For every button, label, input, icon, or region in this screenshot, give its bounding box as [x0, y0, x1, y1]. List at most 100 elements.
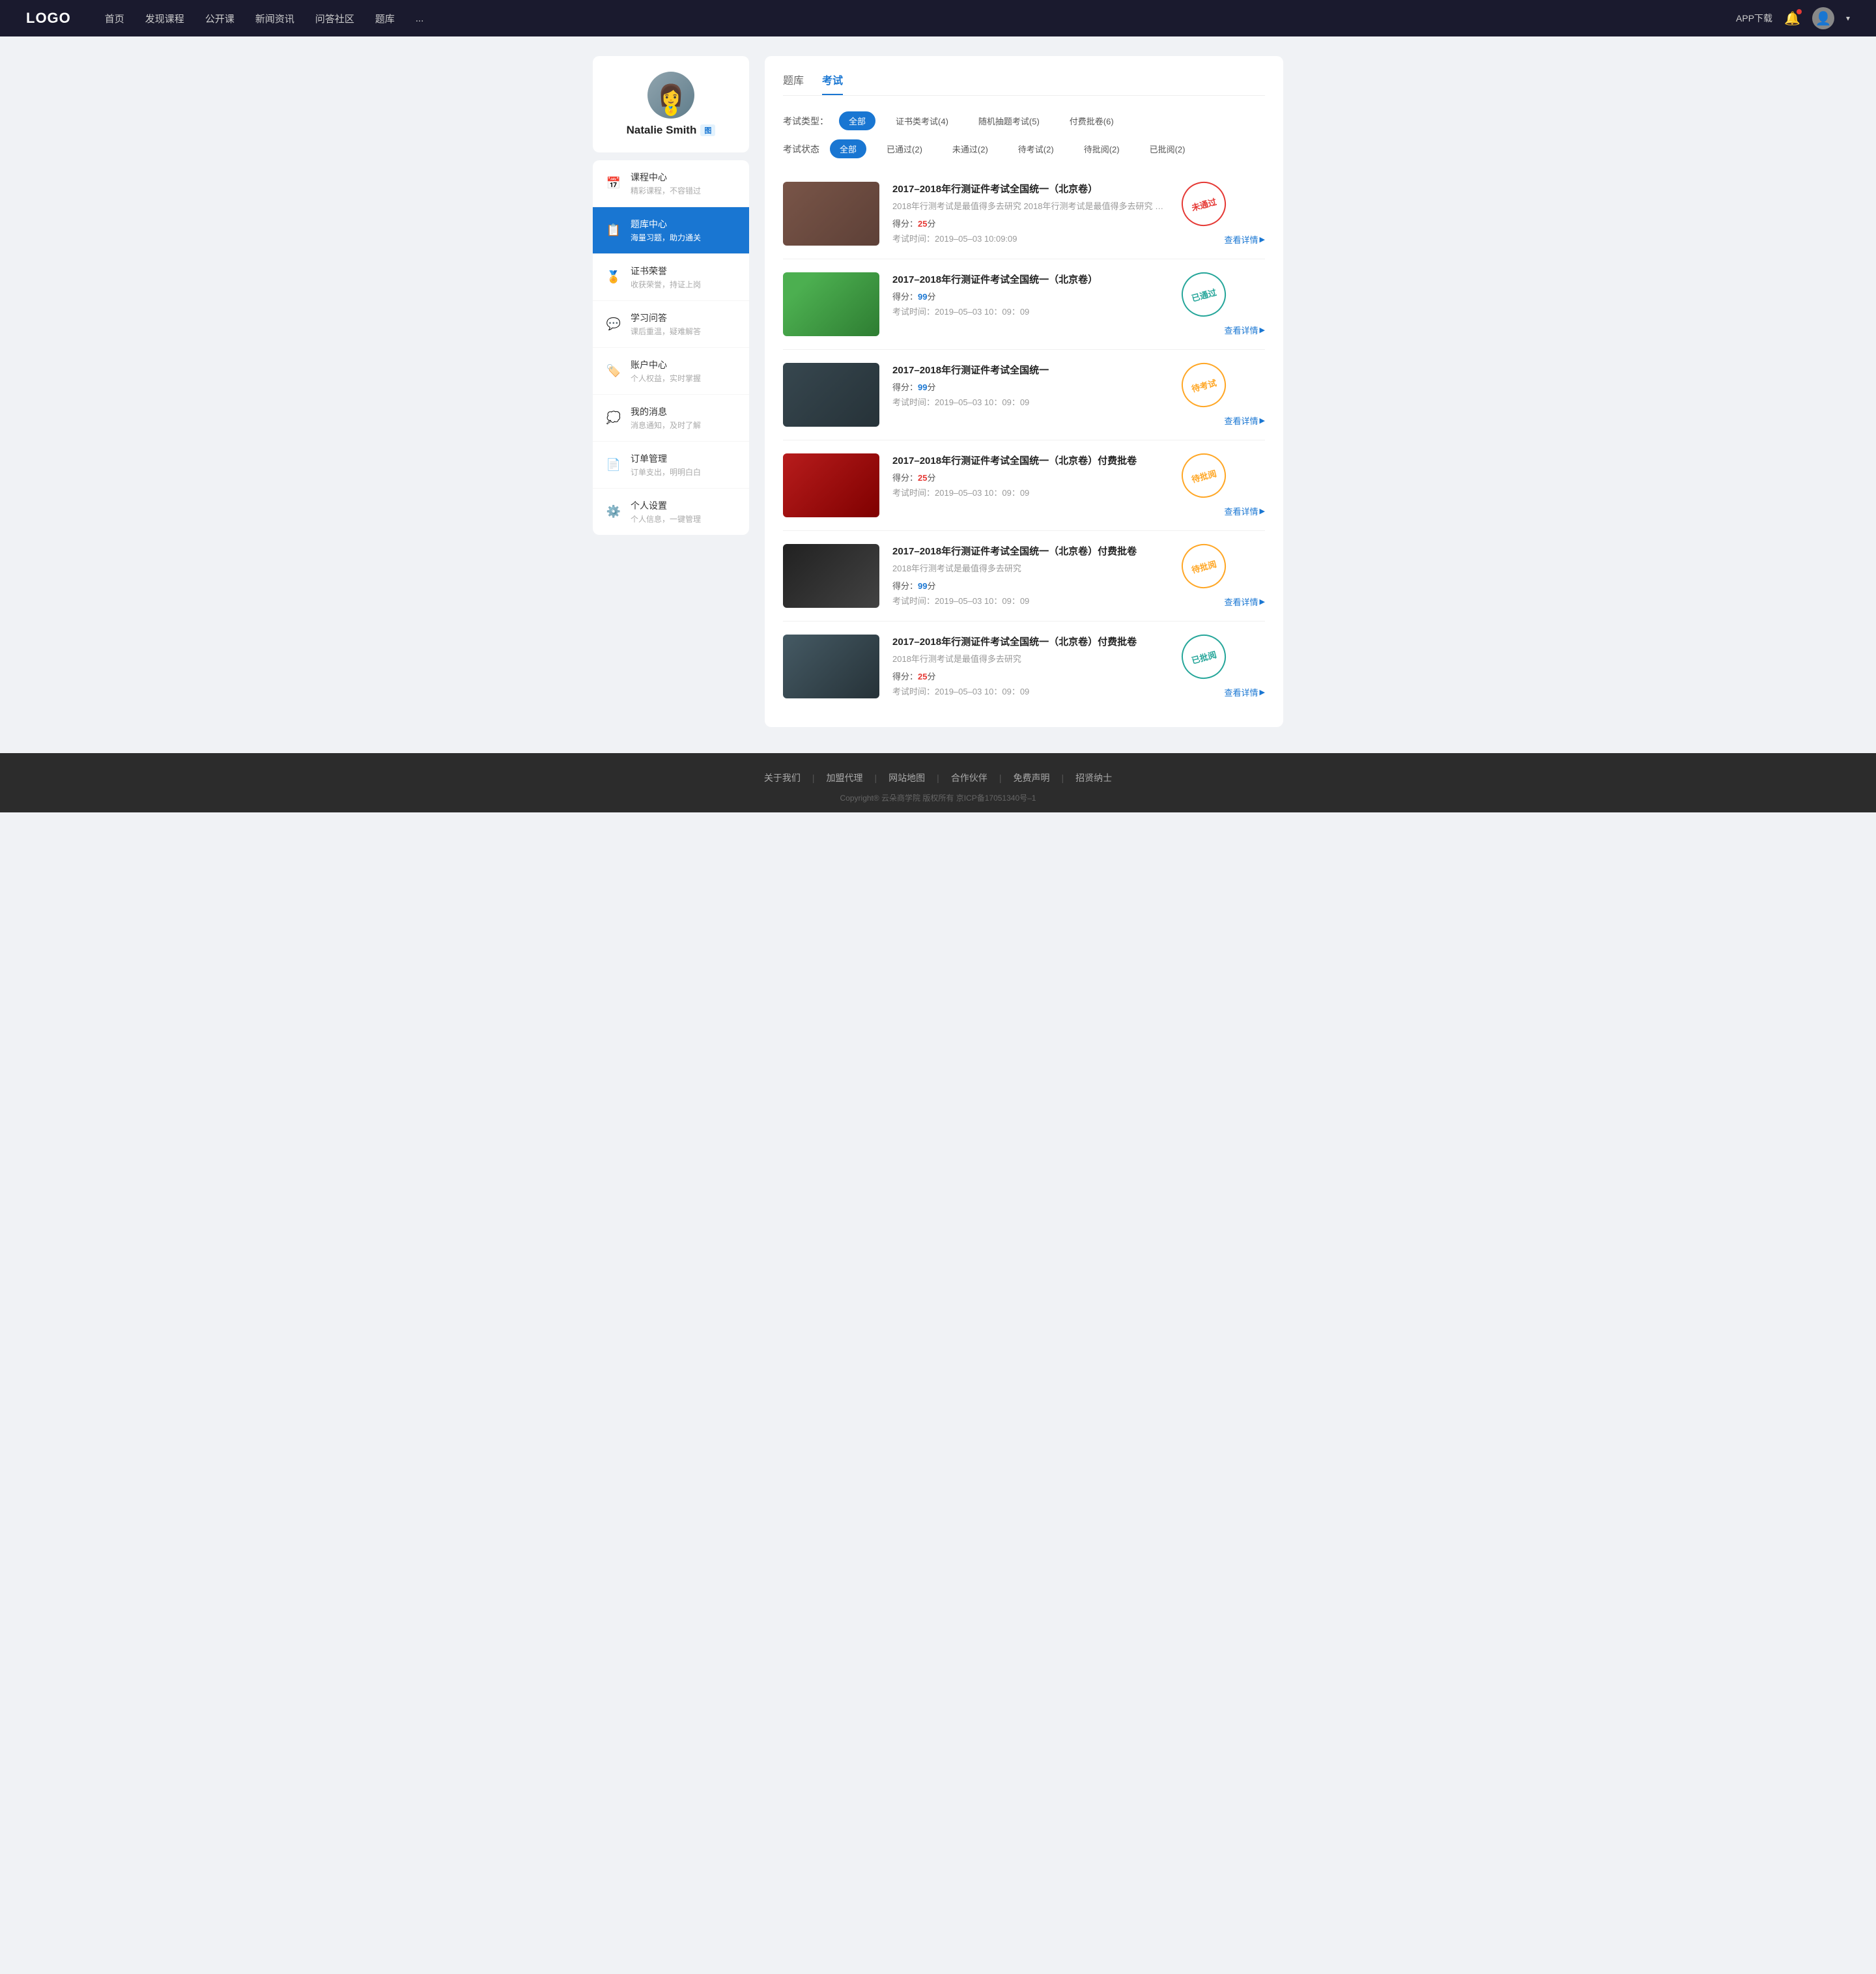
tag-icon: 🏷️: [606, 364, 621, 378]
menu-text-order: 订单管理 订单支出，明明白白: [631, 452, 701, 478]
exam-thumbnail: [783, 635, 879, 698]
menu-text-message: 我的消息 消息通知，及时了解: [631, 405, 701, 431]
avatar-img: 👤: [1815, 10, 1832, 27]
exam-detail-link[interactable]: 查看详情 ▶: [1225, 414, 1265, 427]
exam-status-stamp: 已通过: [1182, 272, 1226, 317]
filter-status-failed[interactable]: 未通过(2): [943, 139, 998, 158]
status-badge: 未通过: [1176, 177, 1230, 231]
link-text: 查看详情: [1225, 324, 1258, 336]
profile-avatar: 👩 🏅: [647, 72, 694, 119]
filter-status-all[interactable]: 全部: [830, 139, 866, 158]
status-badge: 待考试: [1176, 358, 1230, 412]
exam-list: 2017–2018年行测证件考试全国统一（北京卷） 2018年行测考试是最值得多…: [783, 169, 1265, 711]
list-icon: 📋: [606, 223, 621, 237]
footer-link[interactable]: 合作伙伴: [939, 771, 999, 784]
exam-status-stamp: 已批阅: [1182, 635, 1226, 679]
menu-sub-order: 订单支出，明明白白: [631, 466, 701, 478]
nav-app-download[interactable]: APP下载: [1736, 12, 1772, 25]
filter-type-random[interactable]: 随机抽题考试(5): [969, 111, 1049, 130]
filter-status-review[interactable]: 待批阅(2): [1074, 139, 1130, 158]
arrow-right-icon: ▶: [1260, 688, 1265, 696]
sidebar-item-account[interactable]: 🏷️ 账户中心 个人权益，实时掌握: [593, 348, 749, 395]
nav-news[interactable]: 新闻资讯: [255, 12, 294, 25]
nav-courses[interactable]: 发现课程: [145, 12, 184, 25]
footer-link[interactable]: 免费声明: [1001, 771, 1061, 784]
main-layout: 👩 🏅 Natalie Smith 图 📅 课程中心 精彩课程，不容错过 📋 题…: [580, 56, 1296, 727]
nav-bank[interactable]: 题库: [375, 12, 395, 25]
exam-desc: 2018年行测考试是最值得多去研究: [892, 562, 1166, 574]
filter-type-cert[interactable]: 证书类考试(4): [886, 111, 958, 130]
sidebar-item-settings[interactable]: ⚙️ 个人设置 个人信息，一键管理: [593, 489, 749, 535]
menu-sub-account: 个人权益，实时掌握: [631, 373, 701, 384]
menu-sub-settings: 个人信息，一键管理: [631, 513, 701, 524]
sidebar-item-message[interactable]: 💭 我的消息 消息通知，及时了解: [593, 395, 749, 442]
nav-open[interactable]: 公开课: [205, 12, 234, 25]
sidebar-item-course[interactable]: 📅 课程中心 精彩课程，不容错过: [593, 160, 749, 207]
sidebar-item-qa[interactable]: 💬 学习问答 课后重温，疑难解答: [593, 301, 749, 348]
status-badge: 已批阅: [1176, 629, 1230, 683]
link-text: 查看详情: [1225, 233, 1258, 246]
footer-link[interactable]: 招贤纳士: [1064, 771, 1124, 784]
gear-icon: ⚙️: [606, 505, 621, 519]
sidebar-item-order[interactable]: 📄 订单管理 订单支出，明明白白: [593, 442, 749, 489]
calendar-icon: 📅: [606, 177, 621, 190]
status-badge: 待批阅: [1176, 448, 1230, 502]
tab-question-bank[interactable]: 题库: [783, 72, 804, 95]
filter-status-pending[interactable]: 待考试(2): [1008, 139, 1064, 158]
nav-more[interactable]: ...: [416, 13, 424, 24]
exam-time: 考试时间：2019–05–03 10：09：09: [892, 685, 1265, 697]
filter-type-paid[interactable]: 付费批卷(6): [1060, 111, 1124, 130]
footer-link[interactable]: 网站地图: [877, 771, 937, 784]
sidebar-menu: 📅 课程中心 精彩课程，不容错过 📋 题库中心 海量习题，助力通关 🏅 证书荣誉…: [593, 160, 749, 535]
filter-status-reviewed[interactable]: 已批阅(2): [1140, 139, 1195, 158]
link-text: 查看详情: [1225, 686, 1258, 698]
footer-link[interactable]: 关于我们: [752, 771, 812, 784]
footer-link[interactable]: 加盟代理: [815, 771, 875, 784]
filter-type-label: 考试类型：: [783, 115, 829, 128]
tab-exam[interactable]: 考试: [822, 72, 843, 95]
exam-thumbnail: [783, 544, 879, 608]
exam-time: 考试时间：2019–05–03 10：09：09: [892, 594, 1265, 607]
exam-item: 2017–2018年行测证件考试全国统一（北京卷）付费批卷 得分：25分 考试时…: [783, 440, 1265, 531]
nav-bell-button[interactable]: 🔔: [1784, 10, 1800, 27]
exam-item: 2017–2018年行测证件考试全国统一（北京卷）付费批卷 2018年行测考试是…: [783, 622, 1265, 711]
logo[interactable]: LOGO: [26, 10, 71, 27]
filter-status-passed[interactable]: 已通过(2): [877, 139, 932, 158]
chevron-down-icon[interactable]: ▾: [1846, 14, 1850, 23]
arrow-right-icon: ▶: [1260, 235, 1265, 244]
status-badge: 已通过: [1176, 267, 1230, 321]
menu-title-question: 题库中心: [631, 218, 701, 231]
sidebar-item-cert[interactable]: 🏅 证书荣誉 收获荣誉，持证上岗: [593, 254, 749, 301]
menu-text-settings: 个人设置 个人信息，一键管理: [631, 499, 701, 524]
exam-desc: 2018年行测考试是最值得多去研究 2018年行测考试是最值得多去研究 2018…: [892, 199, 1166, 212]
exam-status-stamp: 待批阅: [1182, 544, 1226, 588]
exam-detail-link[interactable]: 查看详情 ▶: [1225, 595, 1265, 608]
menu-text-qa: 学习问答 课后重温，疑难解答: [631, 311, 701, 337]
sidebar: 👩 🏅 Natalie Smith 图 📅 课程中心 精彩课程，不容错过 📋 题…: [593, 56, 749, 727]
avatar[interactable]: 👤: [1812, 7, 1834, 29]
exam-time: 考试时间：2019–05–03 10:09:09: [892, 232, 1265, 244]
menu-title-message: 我的消息: [631, 405, 701, 418]
exam-detail-link[interactable]: 查看详情 ▶: [1225, 324, 1265, 336]
notification-dot: [1797, 9, 1802, 14]
filter-status-row: 考试状态 全部 已通过(2) 未通过(2) 待考试(2) 待批阅(2) 已批阅(…: [783, 139, 1265, 158]
exam-detail-link[interactable]: 查看详情 ▶: [1225, 686, 1265, 698]
medal-icon: 🏅: [606, 270, 621, 284]
sidebar-item-question[interactable]: 📋 题库中心 海量习题，助力通关: [593, 207, 749, 254]
main-content: 题库 考试 考试类型： 全部 证书类考试(4) 随机抽题考试(5) 付费批卷(6…: [765, 56, 1283, 727]
exam-thumbnail: [783, 272, 879, 336]
filter-type-all[interactable]: 全部: [839, 111, 875, 130]
arrow-right-icon: ▶: [1260, 597, 1265, 606]
menu-text-cert: 证书荣誉 收获荣誉，持证上岗: [631, 265, 701, 290]
exam-item: 2017–2018年行测证件考试全国统一（北京卷） 得分：99分 考试时间：20…: [783, 259, 1265, 350]
exam-detail-link[interactable]: 查看详情 ▶: [1225, 505, 1265, 517]
exam-detail-link[interactable]: 查看详情 ▶: [1225, 233, 1265, 246]
nav-qa[interactable]: 问答社区: [315, 12, 354, 25]
exam-status-stamp: 待考试: [1182, 363, 1226, 407]
footer: 关于我们|加盟代理|网站地图|合作伙伴|免费声明|招贤纳士 Copyright®…: [0, 753, 1876, 812]
exam-item: 2017–2018年行测证件考试全国统一（北京卷）付费批卷 2018年行测考试是…: [783, 531, 1265, 622]
menu-text-account: 账户中心 个人权益，实时掌握: [631, 358, 701, 384]
profile-card: 👩 🏅 Natalie Smith 图: [593, 56, 749, 152]
chat-icon: 💬: [606, 317, 621, 331]
nav-home[interactable]: 首页: [105, 12, 124, 25]
